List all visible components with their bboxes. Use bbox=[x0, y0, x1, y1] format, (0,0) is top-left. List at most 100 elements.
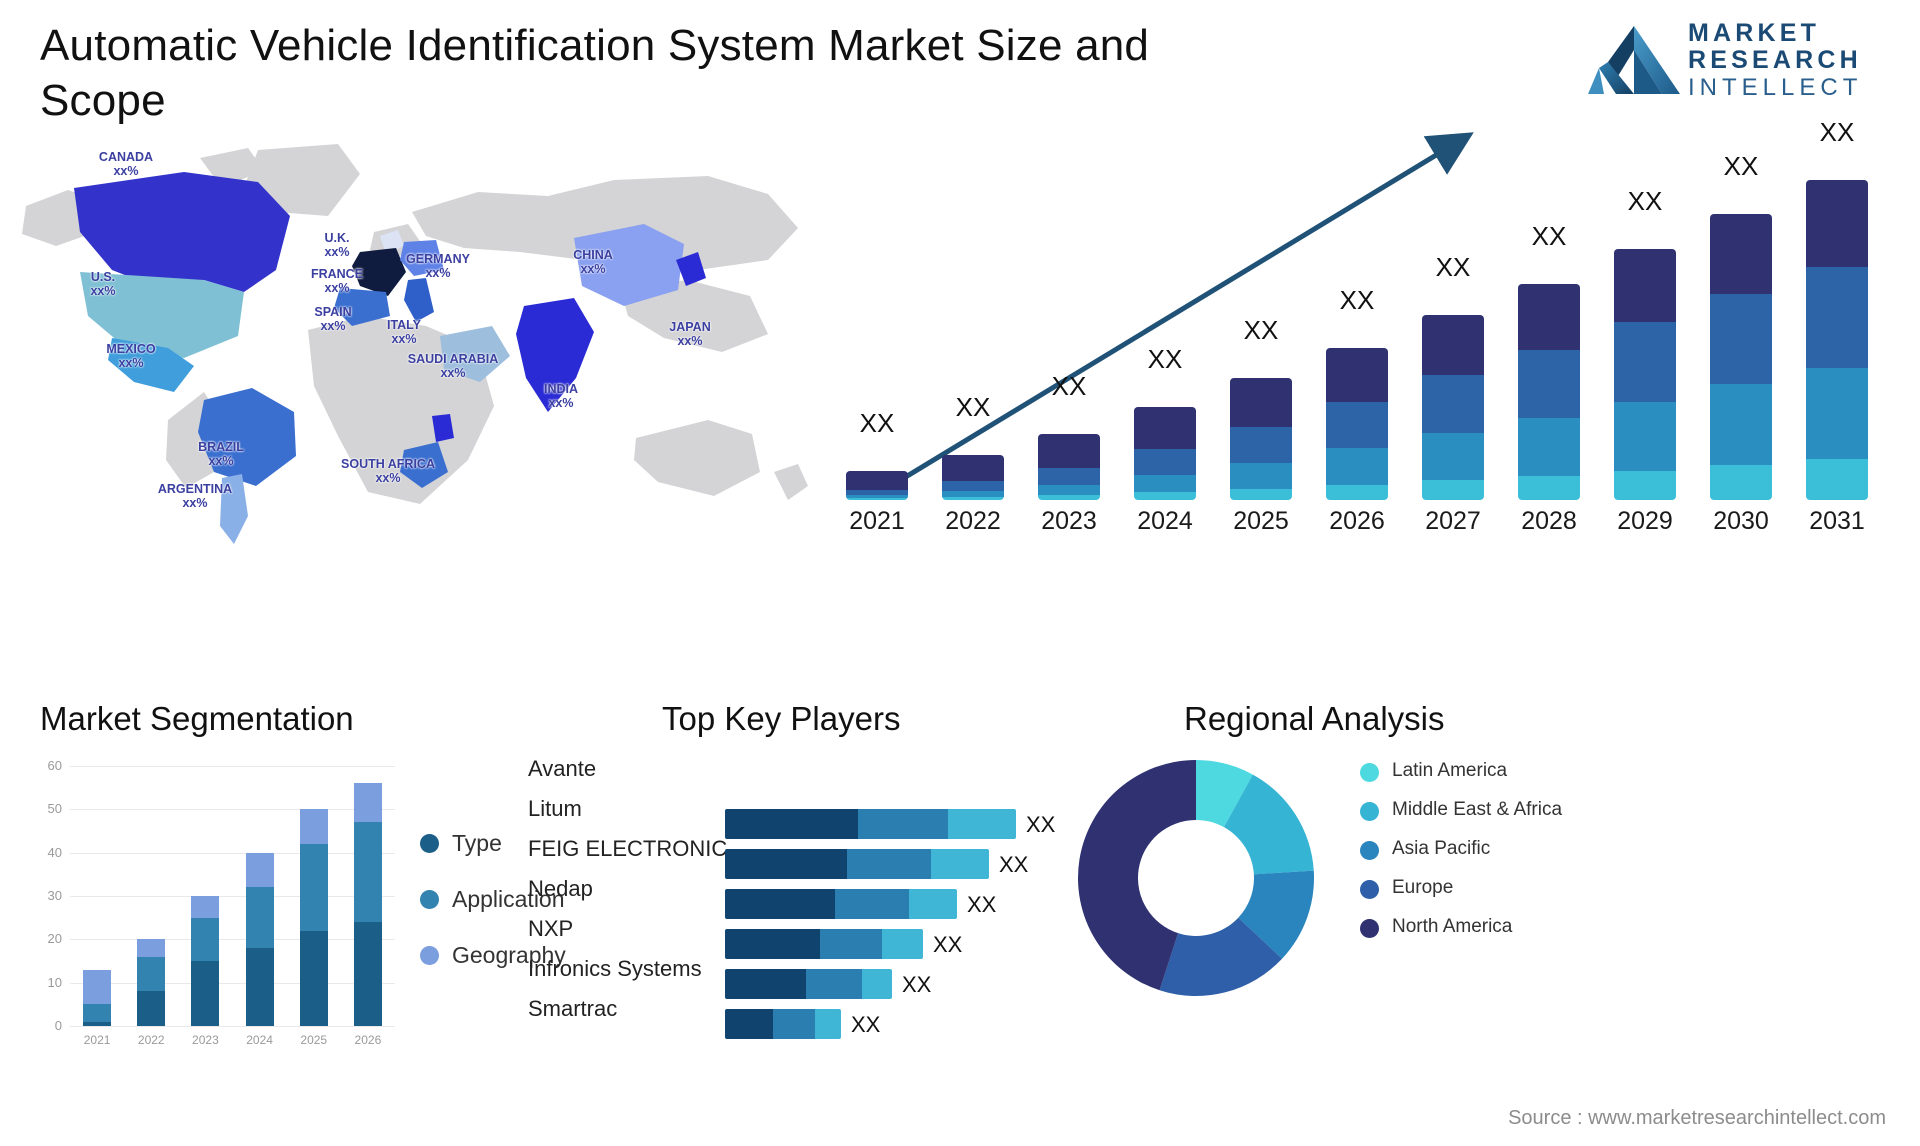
key-player-bar bbox=[725, 849, 989, 879]
map-label-canada: CANADA xx% bbox=[99, 150, 153, 178]
forecast-bar bbox=[1326, 348, 1388, 500]
key-player-value: XX bbox=[1026, 812, 1056, 837]
key-player-bar-segment bbox=[725, 969, 806, 999]
map-label-value: xx% bbox=[113, 164, 139, 178]
key-players-title: Top Key Players bbox=[662, 700, 901, 737]
legend-color-dot bbox=[1360, 841, 1379, 860]
forecast-bar-segment bbox=[1038, 433, 1100, 469]
key-player-value: XX bbox=[902, 972, 932, 997]
forecast-bar-segment bbox=[1518, 350, 1580, 419]
segmentation-y-tick: 50 bbox=[47, 801, 62, 817]
regional-legend: Latin America Middle East & Africa Asia Pa… bbox=[1360, 760, 1562, 955]
forecast-bar-segment bbox=[1806, 180, 1868, 267]
forecast-year-label: 2031 bbox=[1809, 507, 1865, 535]
map-label-value: xx% bbox=[440, 366, 466, 380]
key-player-value: XX bbox=[851, 1012, 881, 1037]
brand-line-2: RESEARCH bbox=[1688, 46, 1862, 74]
key-player-bar-segment bbox=[835, 889, 909, 919]
map-label-germany: GERMANY xx% bbox=[406, 252, 470, 280]
forecast-year-label: 2030 bbox=[1713, 507, 1769, 535]
key-player-name: Litum bbox=[528, 796, 582, 821]
forecast-bar-segment bbox=[942, 496, 1004, 500]
segmentation-x-label: 2026 bbox=[354, 1033, 382, 1047]
segmentation-bar-segment bbox=[299, 930, 328, 1026]
forecast-bar-segment bbox=[1614, 471, 1676, 500]
map-label-italy: ITALY xx% bbox=[387, 318, 421, 346]
forecast-bar bbox=[1038, 433, 1100, 500]
forecast-bar-segment bbox=[1518, 284, 1580, 351]
forecast-bar-segment bbox=[1134, 475, 1196, 492]
segmentation-bar-segment bbox=[83, 1004, 112, 1022]
market-segmentation-section: Market Segmentation 0 10 20 30 40 50 60 2021 202… bbox=[22, 700, 566, 1130]
map-label-country: ARGENTINA bbox=[157, 482, 233, 496]
legend-label: Europe bbox=[1392, 877, 1454, 898]
segmentation-x-label: 2024 bbox=[246, 1033, 273, 1047]
source-text: Source : www.marketresearchintellect.com bbox=[1508, 1107, 1886, 1129]
key-player-bar-segment bbox=[882, 929, 923, 959]
key-player-value: XX bbox=[933, 932, 963, 957]
segmentation-bar-segment bbox=[191, 896, 220, 918]
key-player-name: NXP bbox=[528, 916, 574, 941]
world-map: CANADA xx% U.S. xx% MEXICO xx% BRAZIL xx% ARGENT… bbox=[8, 120, 828, 550]
forecast-bar-segment bbox=[1422, 315, 1484, 376]
key-player-bar-segment bbox=[725, 809, 858, 839]
legend-color-dot bbox=[1360, 919, 1379, 938]
forecast-bar-segment bbox=[1326, 484, 1388, 500]
forecast-bar-segment bbox=[1038, 484, 1100, 495]
brand-wordmark: MARKET RESEARCH INTELLECT bbox=[1688, 20, 1862, 102]
key-player-bar-segment bbox=[725, 1009, 773, 1039]
regional-legend-item: Middle East & Africa bbox=[1360, 799, 1562, 821]
forecast-bar-segment bbox=[1614, 322, 1676, 402]
forecast-bar-segment bbox=[1422, 480, 1484, 500]
segmentation-bar: 2022 bbox=[137, 939, 166, 1047]
forecast-year-label: 2023 bbox=[1041, 507, 1097, 535]
key-player-bar bbox=[725, 969, 892, 999]
legend-color-dot bbox=[1360, 763, 1379, 782]
segmentation-x-label: 2023 bbox=[192, 1033, 219, 1047]
regional-legend-item: Latin America bbox=[1360, 760, 1562, 782]
forecast-bar bbox=[942, 454, 1004, 500]
map-label-india: INDIA xx% bbox=[544, 382, 578, 410]
segmentation-x-label: 2021 bbox=[83, 1033, 111, 1047]
map-label-saudi-arabia: SAUDI ARABIA xx% bbox=[408, 352, 499, 380]
top-key-players-section: Top Key Players Avante Litum XX FEIG ELECTR… bbox=[520, 700, 1100, 1120]
regional-legend-item: North America bbox=[1360, 916, 1562, 938]
forecast-year-label: 2029 bbox=[1617, 507, 1673, 535]
key-player-bar-segment bbox=[931, 849, 989, 879]
segmentation-bar: 2023 bbox=[191, 896, 220, 1047]
segmentation-bar-segment bbox=[137, 939, 166, 957]
forecast-bar bbox=[1422, 315, 1484, 500]
map-label-country: INDIA bbox=[543, 382, 579, 396]
key-player-bar-segment bbox=[725, 929, 820, 959]
segmentation-gridline bbox=[70, 1026, 395, 1027]
forecast-bar bbox=[1230, 378, 1292, 500]
forecast-bar-value: XX bbox=[1147, 344, 1183, 375]
segmentation-bar: 2024 bbox=[245, 852, 274, 1047]
map-label-country: U.K. bbox=[324, 231, 350, 245]
regional-legend-item: Europe bbox=[1360, 877, 1562, 899]
forecast-year-label: 2022 bbox=[945, 507, 1001, 535]
map-label-country: FRANCE bbox=[310, 267, 364, 281]
map-label-u-s-: U.S. xx% bbox=[90, 270, 115, 298]
legend-label: Latin America bbox=[1392, 760, 1508, 781]
mountain-m-logo-icon bbox=[1588, 26, 1680, 94]
key-player-bar-segment bbox=[858, 809, 948, 839]
map-label-value: xx% bbox=[182, 496, 208, 510]
forecast-bar-value: XX bbox=[859, 408, 895, 439]
legend-color-dot bbox=[420, 890, 439, 909]
forecast-bar-segment bbox=[1134, 407, 1196, 450]
segmentation-gridline bbox=[70, 939, 395, 941]
map-label-spain: SPAIN xx% bbox=[314, 305, 351, 333]
map-label-country: MEXICO bbox=[106, 342, 156, 356]
forecast-bar-value: XX bbox=[1627, 186, 1663, 217]
segmentation-bar-segment bbox=[353, 783, 382, 823]
key-player-name: Smartrac bbox=[528, 996, 618, 1021]
map-label-value: xx% bbox=[320, 319, 346, 333]
legend-color-dot bbox=[420, 946, 439, 965]
key-player-bar-segment bbox=[862, 969, 892, 999]
segmentation-bar-segment bbox=[83, 1021, 112, 1026]
forecast-bar-segment bbox=[1806, 458, 1868, 500]
segmentation-bar: 2026 bbox=[353, 783, 382, 1047]
forecast-bar-segment bbox=[1710, 464, 1772, 500]
map-label-value: xx% bbox=[677, 334, 703, 348]
